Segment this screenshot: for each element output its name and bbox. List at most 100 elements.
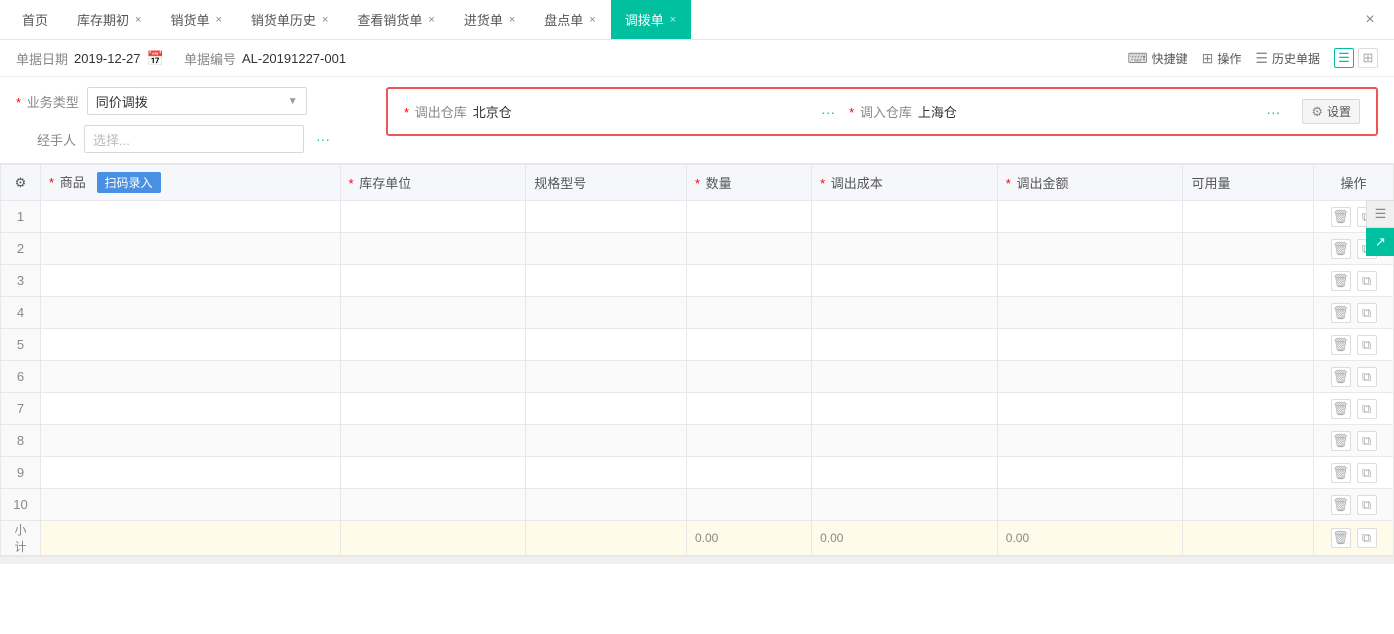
delete-row-btn[interactable]: 🗑 [1331,303,1351,323]
cell-product[interactable] [41,297,341,329]
copy-row-btn[interactable]: ⧉ [1357,399,1377,419]
cell-amount[interactable] [997,329,1183,361]
date-calendar-icon[interactable]: 📅 [147,50,164,67]
copy-row-btn[interactable]: ⧉ [1357,367,1377,387]
cell-spec[interactable] [526,489,687,521]
copy-row-btn[interactable]: ⧉ [1357,431,1377,451]
cell-quantity[interactable] [686,425,811,457]
tab-stocktake[interactable]: 盘点单 × [530,0,610,39]
cell-cost[interactable] [812,393,998,425]
delete-row-btn[interactable]: 🗑 [1331,495,1351,515]
cell-quantity[interactable] [686,329,811,361]
cell-spec[interactable] [526,457,687,489]
tab-close-sales[interactable]: × [215,14,221,26]
copy-last-row-btn[interactable]: ⧉ [1357,528,1377,548]
tab-close-purchase[interactable]: × [509,14,515,26]
delete-row-btn[interactable]: 🗑 [1331,207,1351,227]
cell-unit[interactable] [340,329,526,361]
side-list-btn[interactable]: ☰ [1366,200,1394,228]
delete-row-btn[interactable]: 🗑 [1331,335,1351,355]
cell-amount[interactable] [997,393,1183,425]
cell-spec[interactable] [526,233,687,265]
delete-row-btn[interactable]: 🗑 [1331,271,1351,291]
delete-last-row-btn[interactable]: 🗑 [1331,528,1351,548]
cell-unit[interactable] [340,361,526,393]
operations-action[interactable]: ⊞ 操作 [1202,50,1242,67]
cell-cost[interactable] [812,361,998,393]
tab-close-sales-history[interactable]: × [322,14,328,26]
cell-unit[interactable] [340,265,526,297]
cell-cost[interactable] [812,489,998,521]
scan-input-btn[interactable]: 扫码录入 [97,172,161,193]
cell-quantity[interactable] [686,457,811,489]
cell-cost[interactable] [812,201,998,233]
cell-product[interactable] [41,489,341,521]
tab-sales-history[interactable]: 销货单历史 × [237,0,343,39]
copy-row-btn[interactable]: ⧉ [1357,495,1377,515]
cell-unit[interactable] [340,457,526,489]
copy-row-btn[interactable]: ⧉ [1357,303,1377,323]
grid-view-btn[interactable]: ⊞ [1358,48,1378,68]
cell-amount[interactable] [997,457,1183,489]
cell-product[interactable] [41,265,341,297]
cell-unit[interactable] [340,201,526,233]
tab-close-transfer[interactable]: × [670,14,676,26]
cell-unit[interactable] [340,489,526,521]
cell-cost[interactable] [812,297,998,329]
tab-purchase[interactable]: 进货单 × [450,0,530,39]
person-select[interactable]: 选择... [84,125,304,153]
cell-amount[interactable] [997,489,1183,521]
cell-quantity[interactable] [686,265,811,297]
delete-row-btn[interactable]: 🗑 [1331,239,1351,259]
copy-row-btn[interactable]: ⧉ [1357,335,1377,355]
cell-spec[interactable] [526,297,687,329]
tab-transfer[interactable]: 调拨单 × [611,0,691,39]
cell-spec[interactable] [526,393,687,425]
cell-product[interactable] [41,233,341,265]
cell-spec[interactable] [526,329,687,361]
cell-product[interactable] [41,425,341,457]
cell-cost[interactable] [812,425,998,457]
tab-home[interactable]: 首页 [8,0,63,39]
cell-product[interactable] [41,393,341,425]
cell-unit[interactable] [340,425,526,457]
business-type-dropdown[interactable]: 同价调拨 ▼ [87,87,307,115]
tab-view-sales[interactable]: 查看销货单 × [343,0,449,39]
cell-product[interactable] [41,201,341,233]
tab-close-inventory-init[interactable]: × [135,14,141,26]
copy-row-btn[interactable]: ⧉ [1357,271,1377,291]
tab-sales[interactable]: 销货单 × [156,0,236,39]
person-more-dots[interactable]: ··· [312,131,334,147]
warehouse-out-more-dots[interactable]: ··· [817,104,839,120]
cell-amount[interactable] [997,265,1183,297]
tab-close-view-sales[interactable]: × [428,14,434,26]
window-close-button[interactable]: × [1354,4,1386,36]
cell-quantity[interactable] [686,297,811,329]
cell-cost[interactable] [812,329,998,361]
cell-unit[interactable] [340,297,526,329]
cell-quantity[interactable] [686,233,811,265]
cell-amount[interactable] [997,201,1183,233]
cell-amount[interactable] [997,425,1183,457]
cell-quantity[interactable] [686,201,811,233]
cell-spec[interactable] [526,361,687,393]
side-export-btn[interactable]: ↗ [1366,228,1394,256]
cell-amount[interactable] [997,361,1183,393]
cell-spec[interactable] [526,201,687,233]
cell-product[interactable] [41,361,341,393]
delete-row-btn[interactable]: 🗑 [1331,431,1351,451]
cell-spec[interactable] [526,265,687,297]
settings-button[interactable]: ⚙ 设置 [1302,99,1360,124]
cell-product[interactable] [41,329,341,361]
warehouse-in-more-dots[interactable]: ··· [1262,104,1284,120]
horizontal-scroll-bar[interactable] [0,556,1394,564]
cell-cost[interactable] [812,233,998,265]
tab-inventory-init[interactable]: 库存期初 × [63,0,156,39]
cell-cost[interactable] [812,265,998,297]
cell-quantity[interactable] [686,489,811,521]
list-view-btn[interactable]: ☰ [1334,48,1354,68]
cell-unit[interactable] [340,393,526,425]
copy-row-btn[interactable]: ⧉ [1357,463,1377,483]
cell-quantity[interactable] [686,393,811,425]
shortcuts-action[interactable]: ⌨ 快捷键 [1127,50,1187,67]
